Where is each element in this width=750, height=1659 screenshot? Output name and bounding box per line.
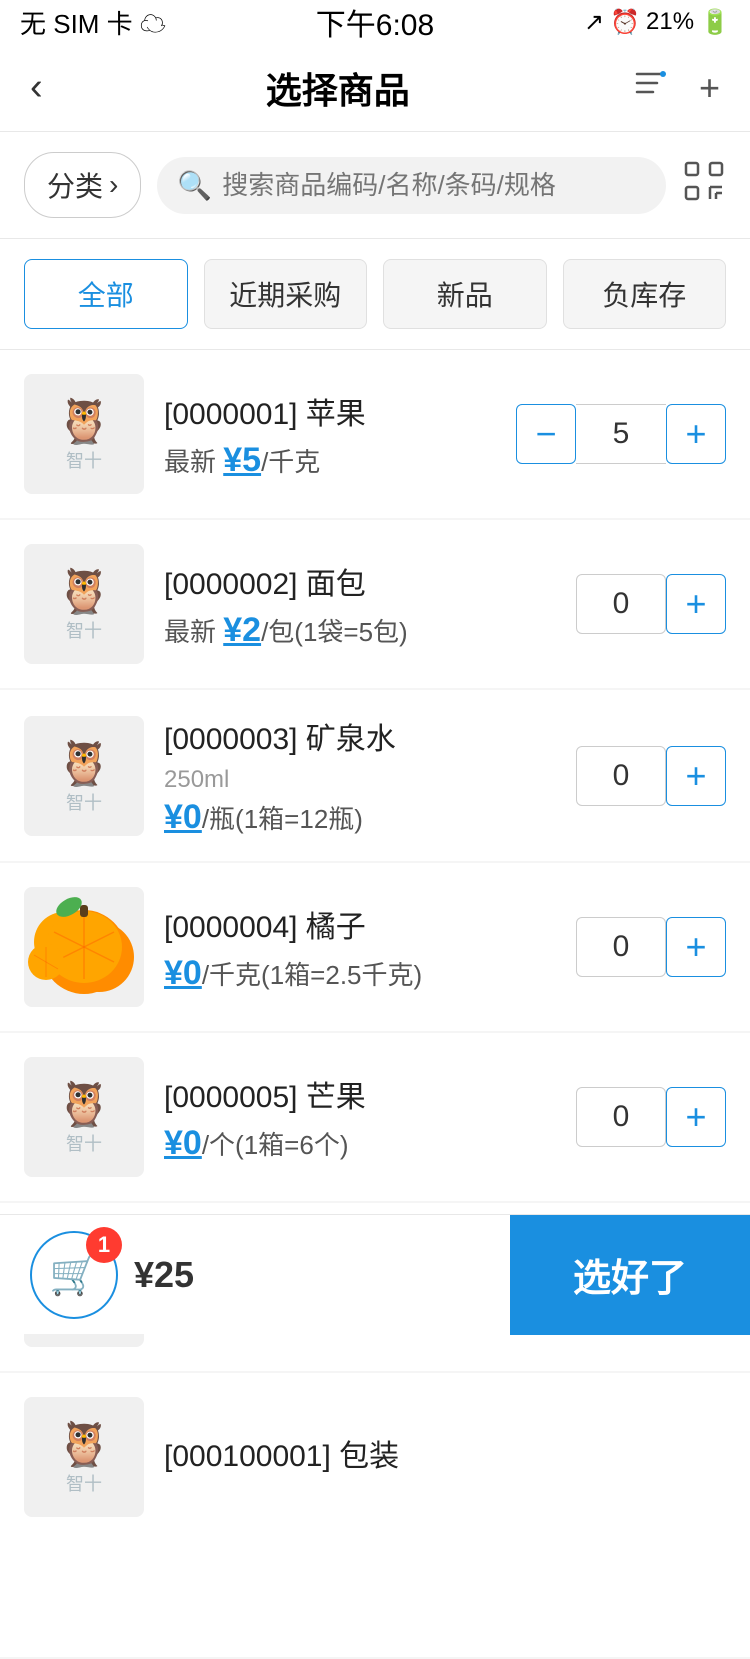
confirm-button[interactable]: 选好了 — [510, 1215, 750, 1335]
increase-button[interactable]: + — [666, 404, 726, 464]
product-info: [000100001] 包装 — [164, 1431, 726, 1483]
product-list: 🦉 智十 [0000001] 苹果 最新 ¥5/千克 − + 🦉 智十 [000… — [0, 350, 750, 1657]
category-label: 分类 — [47, 165, 103, 205]
filter-icon[interactable] — [633, 65, 669, 110]
product-controls: − + — [516, 404, 726, 464]
status-battery: ↗ ⏰ 21% 🔋 — [584, 8, 730, 37]
product-name: [0000004] 橘子 — [164, 902, 556, 946]
increase-button[interactable]: + — [666, 1087, 726, 1147]
battery-text: 21% — [646, 8, 694, 36]
product-price: ¥0/瓶(1箱=12瓶) — [164, 798, 556, 837]
scan-icon[interactable] — [682, 159, 726, 212]
tab-negative-stock[interactable]: 负库存 — [563, 259, 727, 329]
list-item: 🦉 智十 [000100001] 包装 — [0, 1373, 750, 1657]
cart-area: 🛒 1 ¥25 — [0, 1231, 510, 1319]
bottom-bar: 🛒 1 ¥25 选好了 — [0, 1214, 750, 1334]
product-spec: 250ml — [164, 766, 556, 794]
tab-new[interactable]: 新品 — [383, 259, 547, 329]
product-info: [0000004] 橘子 ¥0/千克(1箱=2.5千克) — [164, 902, 556, 993]
nav-bar: ‹ 选择商品 + — [0, 44, 750, 132]
decrease-button[interactable]: − — [516, 404, 576, 464]
product-controls: + — [576, 746, 726, 806]
search-box: 🔍 — [157, 157, 666, 214]
placeholder-text: 智十 — [66, 1130, 102, 1156]
cart-badge: 1 — [86, 1227, 122, 1263]
product-price: ¥0/千克(1箱=2.5千克) — [164, 954, 556, 993]
page-title: 选择商品 — [266, 62, 410, 114]
product-name: [0000003] 矿泉水 — [164, 714, 556, 758]
product-price: ¥0/个(1箱=6个) — [164, 1124, 556, 1163]
quantity-input[interactable] — [576, 574, 666, 634]
product-name: [0000005] 芒果 — [164, 1072, 556, 1116]
quantity-input[interactable] — [576, 404, 666, 464]
increase-button[interactable]: + — [666, 746, 726, 806]
list-item: 🦉 智十 [0000002] 面包 最新 ¥2/包(1袋=5包) + — [0, 520, 750, 688]
placeholder-icon: 🦉 — [57, 1418, 112, 1470]
product-controls: + — [576, 917, 726, 977]
list-item: 🦉 智十 [0000005] 芒果 ¥0/个(1箱=6个) + — [0, 1033, 750, 1201]
filter-tabs: 全部 近期采购 新品 负库存 — [0, 239, 750, 350]
cart-total: ¥25 — [134, 1254, 194, 1296]
product-info: [0000003] 矿泉水 250ml ¥0/瓶(1箱=12瓶) — [164, 714, 556, 837]
product-thumbnail — [24, 887, 144, 1007]
add-button[interactable]: + — [699, 67, 720, 109]
product-info: [0000002] 面包 最新 ¥2/包(1袋=5包) — [164, 559, 556, 650]
product-name: [0000001] 苹果 — [164, 389, 496, 433]
list-item: [0000004] 橘子 ¥0/千克(1箱=2.5千克) + — [0, 863, 750, 1031]
placeholder-icon: 🦉 — [57, 1078, 112, 1130]
product-info: [0000001] 苹果 最新 ¥5/千克 — [164, 389, 496, 480]
product-thumbnail: 🦉 智十 — [24, 374, 144, 494]
placeholder-text: 智十 — [66, 1470, 102, 1496]
product-name: [0000002] 面包 — [164, 559, 556, 603]
placeholder-text: 智十 — [66, 447, 102, 473]
search-icon: 🔍 — [177, 169, 212, 202]
product-controls: + — [576, 1087, 726, 1147]
product-price: 最新 ¥2/包(1袋=5包) — [164, 611, 556, 650]
back-button[interactable]: ‹ — [30, 66, 43, 109]
quantity-input[interactable] — [576, 1087, 666, 1147]
list-item: 🦉 智十 [0000003] 矿泉水 250ml ¥0/瓶(1箱=12瓶) + — [0, 690, 750, 861]
tab-all[interactable]: 全部 — [24, 259, 188, 329]
product-name: [000100001] 包装 — [164, 1431, 726, 1475]
placeholder-icon: 🦉 — [57, 737, 112, 789]
quantity-input[interactable] — [576, 746, 666, 806]
product-thumbnail: 🦉 智十 — [24, 1397, 144, 1517]
alarm-icon: ⏰ — [610, 8, 640, 37]
category-button[interactable]: 分类 › — [24, 152, 141, 218]
product-thumbnail: 🦉 智十 — [24, 544, 144, 664]
status-time: 下午6:08 — [316, 0, 434, 44]
list-item: 🦉 智十 [0000001] 苹果 最新 ¥5/千克 − + — [0, 350, 750, 518]
status-signal: 无 SIM 卡 ☁ — [20, 4, 166, 41]
product-thumbnail: 🦉 智十 — [24, 716, 144, 836]
product-price: 最新 ¥5/千克 — [164, 441, 496, 480]
tab-recent[interactable]: 近期采购 — [204, 259, 368, 329]
quantity-input[interactable] — [576, 917, 666, 977]
nav-actions: + — [633, 65, 720, 110]
product-info: [0000005] 芒果 ¥0/个(1箱=6个) — [164, 1072, 556, 1163]
placeholder-icon: 🦉 — [57, 395, 112, 447]
toolbar: 分类 › 🔍 — [0, 132, 750, 239]
chevron-right-icon: › — [109, 169, 118, 201]
placeholder-icon: 🦉 — [57, 565, 112, 617]
increase-button[interactable]: + — [666, 917, 726, 977]
status-bar: 无 SIM 卡 ☁ 下午6:08 ↗ ⏰ 21% 🔋 — [0, 0, 750, 44]
placeholder-text: 智十 — [66, 617, 102, 643]
battery-icon: 🔋 — [700, 8, 730, 37]
placeholder-text: 智十 — [66, 789, 102, 815]
cart-button[interactable]: 🛒 1 — [30, 1231, 118, 1319]
product-thumbnail: 🦉 智十 — [24, 1057, 144, 1177]
increase-button[interactable]: + — [666, 574, 726, 634]
location-icon: ↗ — [584, 8, 604, 37]
product-controls: + — [576, 574, 726, 634]
search-input[interactable] — [222, 170, 646, 201]
